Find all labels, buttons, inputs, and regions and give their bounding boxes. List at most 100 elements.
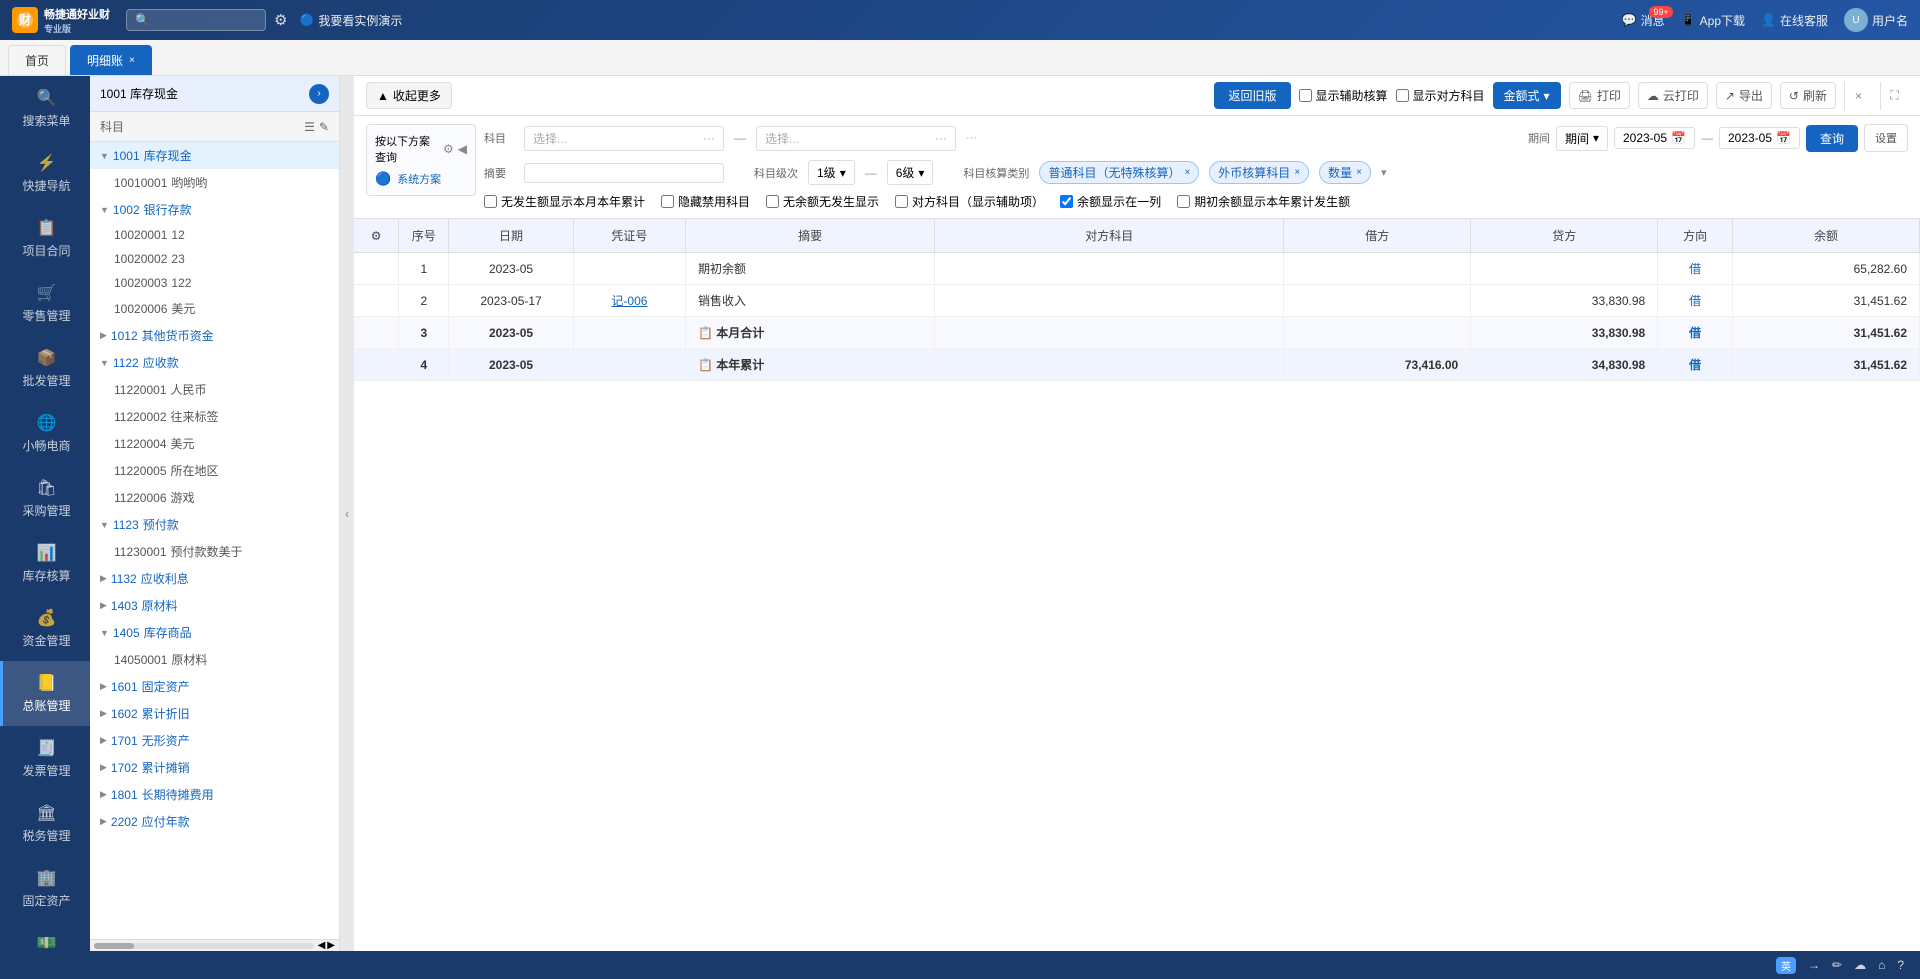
col-settings[interactable]: ⚙ (354, 219, 399, 253)
status-item-arrow[interactable]: → (1808, 958, 1820, 972)
settings-button[interactable]: 设置 (1864, 124, 1908, 152)
sidebar-item-search[interactable]: 🔍 搜索菜单 (0, 76, 90, 141)
cb-period-balance[interactable]: 期初余额显示本年累计发生额 (1177, 193, 1350, 210)
cb-balance-col-input[interactable] (1060, 195, 1073, 208)
online-service-button[interactable]: 👤 在线客服 (1761, 12, 1828, 29)
period-to-select[interactable]: 2023-05 📅 (1719, 127, 1800, 149)
show-contra-input[interactable] (1396, 89, 1409, 102)
demo-button[interactable]: 🔵 我要看实例演示 (299, 12, 402, 29)
account-item-1801[interactable]: ▶ 1801 长期待摊费用 (90, 781, 339, 808)
account-tree-scrollbar[interactable]: ◀ ▶ (90, 939, 339, 951)
user-button[interactable]: U 用户名 (1844, 8, 1908, 32)
level-to-extra-dropdown[interactable]: ▾ (1381, 166, 1387, 179)
cb-no-balance-input[interactable] (766, 195, 779, 208)
message-button[interactable]: 💬 消息 99+ (1622, 12, 1665, 29)
cb-no-amount[interactable]: 无发生额显示本月本年累计 (484, 193, 645, 210)
tab-close-icon[interactable]: × (129, 55, 135, 66)
scroll-left-icon[interactable]: ◀ (318, 940, 326, 951)
cb-balance-col[interactable]: 余额显示在一列 (1060, 193, 1161, 210)
maximize-button[interactable]: ⛶ (1880, 82, 1908, 110)
style-button[interactable]: 金额式 ▾ (1493, 82, 1561, 109)
status-item-help[interactable]: ? (1897, 958, 1904, 972)
account-item-10020002[interactable]: 10020002 23 (90, 247, 339, 271)
settings-icon[interactable]: ⚙ (274, 11, 287, 29)
tab-home[interactable]: 首页 (8, 45, 66, 75)
subject-to-select[interactable]: 选择... ··· (756, 126, 956, 151)
filter-tag-foreign[interactable]: 外币核算科目 × (1209, 161, 1309, 184)
filter-tag-normal-close[interactable]: × (1184, 167, 1190, 178)
cb-contra[interactable]: 对方科目（显示辅助项） (895, 193, 1044, 210)
subject-from-select[interactable]: 选择... ··· (524, 126, 724, 151)
account-item-1001[interactable]: ▼ 1001 库存现金 (90, 142, 339, 169)
account-item-10020006[interactable]: 10020006 美元 (90, 295, 339, 322)
search-input[interactable] (154, 14, 254, 26)
scroll-right-icon[interactable]: ▶ (327, 940, 335, 951)
status-item-home[interactable]: ⌂ (1878, 958, 1885, 972)
query-scheme-collapse-icon[interactable]: ◀ (458, 142, 467, 156)
account-item-2202[interactable]: ▶ 2202 应付年款 (90, 808, 339, 835)
cb-period-balance-input[interactable] (1177, 195, 1190, 208)
status-item-lang[interactable]: 英 (1776, 957, 1796, 974)
sidebar-item-retail[interactable]: 🛒 零售管理 (0, 271, 90, 336)
account-list-settings-icon[interactable]: ☰ (304, 120, 315, 134)
sidebar-item-assets[interactable]: 🏢 固定资产 (0, 856, 90, 921)
query-button[interactable]: 查询 (1806, 125, 1858, 152)
account-item-1122[interactable]: ▼ 1122 应收款 (90, 349, 339, 376)
account-item-1701[interactable]: ▶ 1701 无形资产 (90, 727, 339, 754)
account-item-14050001[interactable]: 14050001 原材料 (90, 646, 339, 673)
query-scheme-settings-icon[interactable]: ⚙ (443, 142, 454, 156)
account-item-11220001[interactable]: 11220001 人民币 (90, 376, 339, 403)
sidebar-item-purchase[interactable]: 🛍 采购管理 (0, 466, 90, 531)
account-item-1403[interactable]: ▶ 1403 原材料 (90, 592, 339, 619)
row2-voucher[interactable]: 记-006 (573, 285, 685, 317)
close-panel-button[interactable]: × (1844, 82, 1872, 110)
expand-filter-button[interactable]: ▲ 收起更多 (366, 82, 452, 109)
account-item-11220005[interactable]: 11220005 所在地区 (90, 457, 339, 484)
refresh-button[interactable]: ↺ 刷新 (1780, 82, 1836, 109)
back-old-version-button[interactable]: 返回旧版 (1214, 82, 1290, 109)
sidebar-item-nav[interactable]: ⚡ 快捷导航 (0, 141, 90, 206)
cb-hide-disabled[interactable]: 隐藏禁用科目 (661, 193, 750, 210)
query-scheme-item[interactable]: 🔵 系统方案 (375, 171, 467, 187)
sidebar-item-inventory[interactable]: 📊 库存核算 (0, 531, 90, 596)
sidebar-item-project[interactable]: 📋 项目合同 (0, 206, 90, 271)
sidebar-item-wholesale[interactable]: 📦 批发管理 (0, 336, 90, 401)
app-download-button[interactable]: 📱 App下载 (1681, 12, 1745, 29)
account-item-1601[interactable]: ▶ 1601 固定资产 (90, 673, 339, 700)
account-nav-next[interactable]: › (309, 84, 329, 104)
account-list-expand-icon[interactable]: ✎ (319, 120, 329, 134)
sidebar-item-finance[interactable]: 💰 资金管理 (0, 596, 90, 661)
filter-tag-normal[interactable]: 普通科目（无特殊核算） × (1039, 161, 1199, 184)
status-item-cloud[interactable]: ☁ (1854, 958, 1866, 972)
sidebar-item-tax[interactable]: 🏛 税务管理 (0, 791, 90, 856)
account-item-11220006[interactable]: 11220006 游戏 (90, 484, 339, 511)
sidebar-item-ecommerce[interactable]: 🌐 小畅电商 (0, 401, 90, 466)
left-collapse-button[interactable]: ‹ (340, 76, 354, 951)
cb-no-balance[interactable]: 无余额无发生显示 (766, 193, 879, 210)
cloud-print-button[interactable]: ☁ 云打印 (1638, 82, 1708, 109)
cb-contra-input[interactable] (895, 195, 908, 208)
filter-tag-qty[interactable]: 数量 × (1319, 161, 1371, 184)
account-item-1002[interactable]: ▼ 1002 银行存款 (90, 196, 339, 223)
account-item-1405[interactable]: ▼ 1405 库存商品 (90, 619, 339, 646)
cb-hide-disabled-input[interactable] (661, 195, 674, 208)
account-item-11220002[interactable]: 11220002 往来标签 (90, 403, 339, 430)
sidebar-item-ledger[interactable]: 📒 总账管理 (0, 661, 90, 726)
sidebar-item-invoice[interactable]: 🧾 发票管理 (0, 726, 90, 791)
account-item-1702[interactable]: ▶ 1702 累计摊销 (90, 754, 339, 781)
search-box[interactable]: 🔍 (126, 9, 266, 31)
account-item-10010001[interactable]: 10010001 哟哟哟 (90, 169, 339, 196)
filter-tag-qty-close[interactable]: × (1356, 167, 1362, 178)
export-button[interactable]: ↗ 导出 (1716, 82, 1772, 109)
show-contra-checkbox[interactable]: 显示对方科目 (1396, 87, 1485, 104)
period-from-select[interactable]: 2023-05 📅 (1614, 127, 1695, 149)
summary-input[interactable] (524, 163, 724, 183)
account-item-1123[interactable]: ▼ 1123 预付款 (90, 511, 339, 538)
account-item-1602[interactable]: ▶ 1602 累计折旧 (90, 700, 339, 727)
account-item-11220004[interactable]: 11220004 美元 (90, 430, 339, 457)
account-item-10020003[interactable]: 10020003 122 (90, 271, 339, 295)
status-item-edit[interactable]: ✏ (1832, 958, 1842, 972)
account-item-10020001[interactable]: 10020001 12 (90, 223, 339, 247)
level-to-select[interactable]: 6级 ▾ (887, 160, 934, 185)
show-aux-input[interactable] (1299, 89, 1312, 102)
